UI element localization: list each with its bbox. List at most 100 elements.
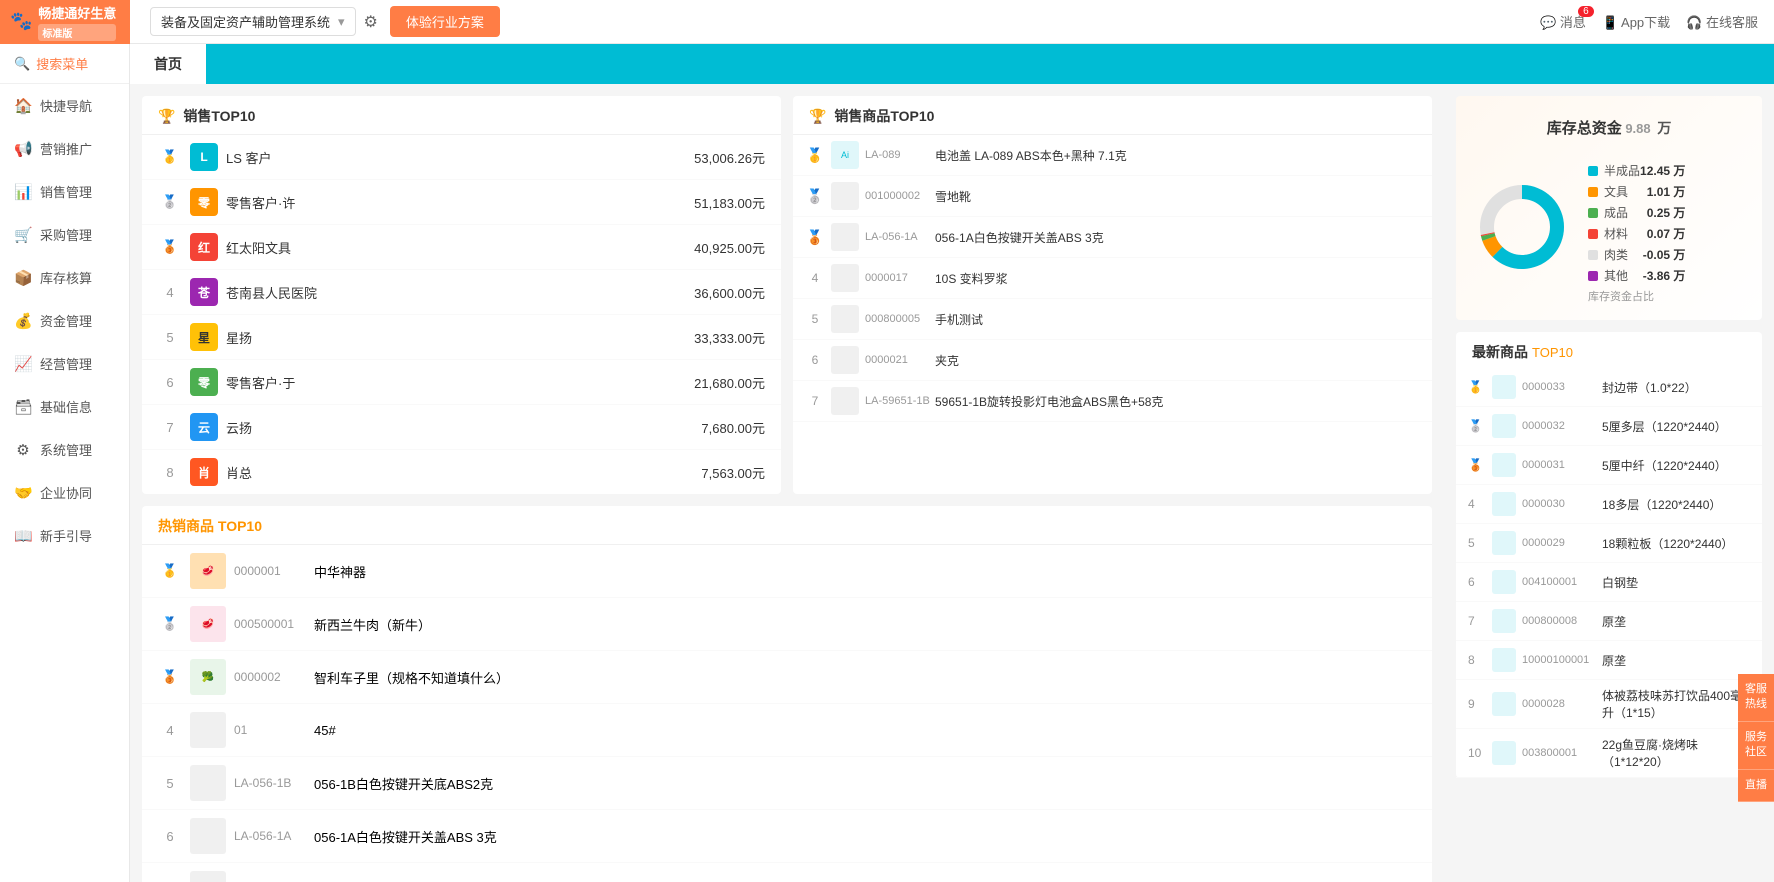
table-row: 8 肖 肖总 7,563.00元 bbox=[142, 450, 781, 494]
medal-bronze-icon: 🥉 bbox=[158, 239, 182, 255]
product-name: 原垄 bbox=[1602, 613, 1750, 630]
legend-value: -0.05 万 bbox=[1643, 246, 1686, 263]
sales-icon: 📊 bbox=[14, 183, 32, 201]
sidebar-search[interactable]: 🔍 搜索菜单 bbox=[0, 44, 129, 84]
rank-number: 5 bbox=[1468, 536, 1486, 550]
sidebar-item-basic-info[interactable]: 🗃 基础信息 bbox=[0, 385, 129, 428]
list-item: 6 0000021 夹克 bbox=[793, 340, 1432, 381]
legend-value: 1.01 万 bbox=[1647, 183, 1686, 200]
cs-hotline-button[interactable]: 客服热线 bbox=[1738, 674, 1774, 722]
notification-button[interactable]: 💬 消息 6 bbox=[1540, 12, 1586, 31]
sidebar-item-label: 经营管理 bbox=[40, 354, 92, 373]
list-item: 7 LA-59651-1B 59651-1B旋转投影灯电池盒ABS黑色+58克 bbox=[793, 381, 1432, 422]
trophy-icon2: 🏆 bbox=[809, 108, 826, 124]
product-image bbox=[190, 818, 226, 854]
product-name: 电池盖 LA-089 ABS本色+黑种 7.1克 bbox=[935, 147, 1420, 164]
purchase-icon: 🛒 bbox=[14, 226, 32, 244]
medal-icon: 🥉 bbox=[805, 229, 825, 246]
customer-badge: 苍 bbox=[190, 278, 218, 306]
product-code: LA-056-1A bbox=[234, 829, 314, 843]
rank-number: 6 bbox=[158, 375, 182, 390]
table-row: 🥈 零 零售客户·许 51,183.00元 bbox=[142, 180, 781, 225]
tab-home[interactable]: 首页 bbox=[130, 44, 206, 84]
system-icon: ⚙ bbox=[14, 441, 32, 459]
sidebar-item-label: 新手引导 bbox=[40, 526, 92, 545]
rank-number: 7 bbox=[1468, 614, 1486, 628]
list-item: 10 003800001 22g鱼豆腐·烧烤味（1*12*20） bbox=[1456, 729, 1762, 778]
new-products-top10: TOP10 bbox=[1532, 345, 1573, 360]
sidebar-item-purchase[interactable]: 🛒 采购管理 bbox=[0, 213, 129, 256]
product-thumb bbox=[1492, 375, 1516, 399]
main-layout: 🔍 搜索菜单 🏠 快捷导航 📢 营销推广 📊 销售管理 🛒 采购管理 📦 库存核… bbox=[0, 44, 1774, 882]
product-code: 000500001 bbox=[234, 617, 314, 631]
product-code: 004100001 bbox=[1522, 576, 1602, 588]
sidebar-item-label: 资金管理 bbox=[40, 311, 92, 330]
sidebar-item-marketing[interactable]: 📢 营销推广 bbox=[0, 127, 129, 170]
online-service-button[interactable]: 🎧 在线客服 bbox=[1686, 12, 1758, 31]
product-name: 18颗粒板（1220*2440） bbox=[1602, 535, 1750, 552]
sidebar-item-label: 快捷导航 bbox=[40, 96, 92, 115]
cs-live-button[interactable]: 直播 bbox=[1738, 770, 1774, 802]
list-item: 🥈 🥩 000500001 新西兰牛肉（新牛） bbox=[142, 598, 1432, 651]
product-name: 22g鱼豆腐·烧烤味（1*12*20） bbox=[1602, 736, 1750, 770]
legend-item: 文具 1.01 万 bbox=[1588, 183, 1685, 200]
legend-item: 肉类 -0.05 万 bbox=[1588, 246, 1685, 263]
sidebar-item-label: 销售管理 bbox=[40, 182, 92, 201]
legend-label: 其他 bbox=[1604, 267, 1643, 284]
basic-info-icon: 🗃 bbox=[14, 398, 32, 416]
trial-button[interactable]: 体验行业方案 bbox=[390, 6, 500, 37]
rank-number: 8 bbox=[1468, 653, 1486, 667]
product-code: 0000030 bbox=[1522, 498, 1602, 510]
legend-dot bbox=[1588, 229, 1598, 239]
product-thumb bbox=[831, 264, 859, 292]
list-item: 4 0000030 18多层（1220*2440） bbox=[1456, 485, 1762, 524]
dropdown-arrow-icon: ▾ bbox=[338, 14, 345, 30]
sidebar-item-system[interactable]: ⚙ 系统管理 bbox=[0, 428, 129, 471]
logo: 🐾 畅捷通好生意 标准版 bbox=[0, 0, 130, 44]
customer-badge: 肖 bbox=[190, 458, 218, 486]
legend-item: 成品 0.25 万 bbox=[1588, 204, 1685, 221]
legend-dot bbox=[1588, 208, 1598, 218]
top-customers-title: 🏆 销售TOP10 bbox=[158, 106, 255, 126]
product-name: 雪地靴 bbox=[935, 188, 1420, 205]
list-item: 🥈 001000002 雪地靴 bbox=[793, 176, 1432, 217]
right-panel: 库存总资金 9.88 万 bbox=[1444, 84, 1774, 882]
new-products-header: 最新商品 TOP10 bbox=[1456, 332, 1762, 368]
product-code: 0000028 bbox=[1522, 698, 1602, 710]
sidebar-item-collab[interactable]: 🤝 企业协同 bbox=[0, 471, 129, 514]
customer-amount: 7,563.00元 bbox=[701, 463, 765, 482]
rank-number: 10 bbox=[1468, 746, 1486, 760]
system-selector[interactable]: 装备及固定资产辅助管理系统 ▾ bbox=[150, 7, 356, 36]
sidebar-item-finance[interactable]: 💰 资金管理 bbox=[0, 299, 129, 342]
sidebar-item-sales[interactable]: 📊 销售管理 bbox=[0, 170, 129, 213]
phone-icon: 📱 bbox=[1602, 15, 1618, 30]
medal-icon: 🥈 bbox=[158, 616, 182, 632]
donut-chart-container: 半成品 12.45 万 文具 1.01 万 成品 0 bbox=[1472, 150, 1746, 304]
sidebar-item-guide[interactable]: 📖 新手引导 bbox=[0, 514, 129, 557]
product-image bbox=[190, 871, 226, 882]
app-download-button[interactable]: 📱 App下载 bbox=[1602, 12, 1670, 31]
topbar: 🐾 畅捷通好生意 标准版 装备及固定资产辅助管理系统 ▾ ⚙ 体验行业方案 💬 … bbox=[0, 0, 1774, 44]
sidebar-item-quicknav[interactable]: 🏠 快捷导航 bbox=[0, 84, 129, 127]
sidebar-item-inventory[interactable]: 📦 库存核算 bbox=[0, 256, 129, 299]
rank-number: 4 bbox=[158, 285, 182, 300]
product-image bbox=[190, 765, 226, 801]
rank-number: 4 bbox=[158, 723, 182, 738]
sold-products-panel: 🏆 销售商品TOP10 🥇 Ai LA-089 电池盖 LA-089 ABS本色… bbox=[793, 96, 1432, 494]
inventory-amount: 9.88 万 bbox=[1625, 112, 1671, 139]
product-name: 体被荔枝味苏打饮品400毫升（1*15） bbox=[1602, 687, 1750, 721]
product-name: 手机测试 bbox=[935, 311, 1420, 328]
list-item: 9 0000028 体被荔枝味苏打饮品400毫升（1*15） bbox=[1456, 680, 1762, 729]
notification-label: 消息 bbox=[1560, 15, 1586, 30]
cs-community-button[interactable]: 服务社区 bbox=[1738, 722, 1774, 770]
customer-amount: 51,183.00元 bbox=[694, 193, 765, 212]
product-name: 45# bbox=[314, 723, 336, 738]
product-code: 10000100001 bbox=[1522, 654, 1602, 666]
system-name: 装备及固定资产辅助管理系统 bbox=[161, 12, 330, 31]
new-products-panel: 最新商品 TOP10 🥇 0000033 封边带（1.0*22） 🥈 bbox=[1456, 332, 1762, 778]
sidebar-item-operations[interactable]: 📈 经营管理 bbox=[0, 342, 129, 385]
medal-icon: 🥇 bbox=[805, 147, 825, 164]
rank-number: 6 bbox=[1468, 575, 1486, 589]
gear-icon[interactable]: ⚙ bbox=[364, 12, 378, 32]
rank-num: 6 bbox=[805, 353, 825, 367]
